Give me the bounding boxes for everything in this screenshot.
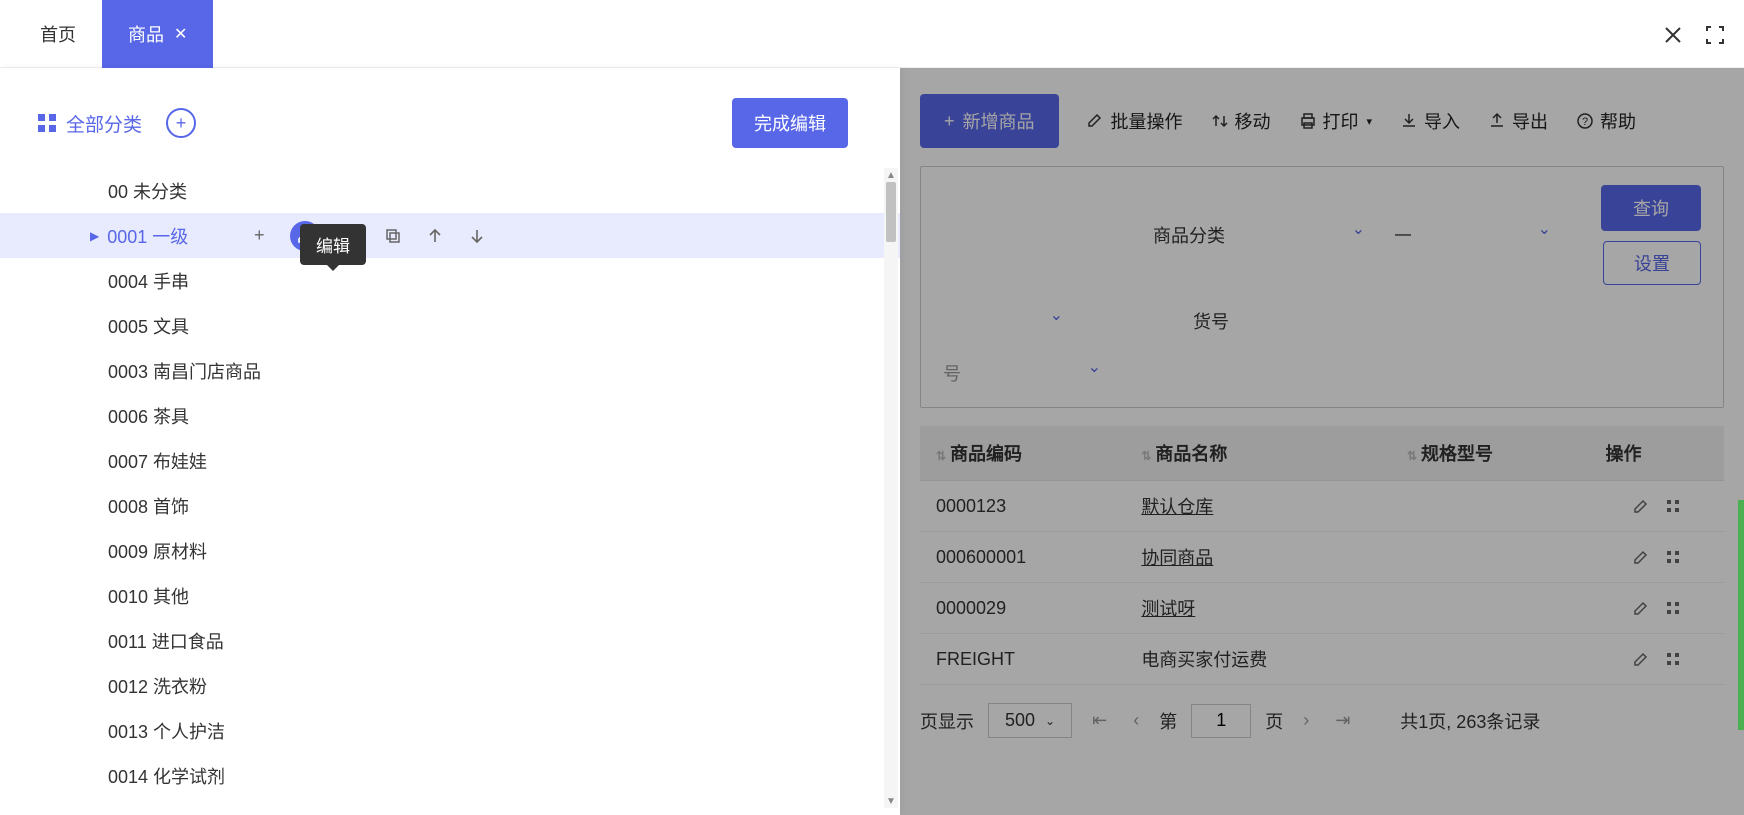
green-indicator bbox=[1738, 500, 1744, 730]
tree-item[interactable]: 0008 首饰 bbox=[0, 483, 900, 528]
tab-bar: 首页 商品 ✕ bbox=[0, 0, 1744, 68]
tab-product-label: 商品 bbox=[128, 21, 164, 47]
add-child-icon[interactable]: + bbox=[248, 225, 270, 247]
close-icon[interactable]: ✕ bbox=[174, 24, 187, 44]
category-panel: 全部分类 + 完成编辑 编辑 00 未分类 ▶ 0001 一级 + bbox=[0, 68, 900, 815]
move-up-icon[interactable] bbox=[424, 225, 446, 247]
tree-item[interactable]: 0004 手串 bbox=[0, 258, 900, 303]
copy-icon[interactable] bbox=[382, 225, 404, 247]
caret-right-icon: ▶ bbox=[90, 229, 99, 243]
fullscreen-icon[interactable] bbox=[1698, 18, 1732, 52]
modal-overlay[interactable] bbox=[900, 68, 1744, 815]
tree-item[interactable]: 0013 个人护洁 bbox=[0, 708, 900, 753]
tree-item[interactable]: 0006 茶具 bbox=[0, 393, 900, 438]
all-categories-label[interactable]: 全部分类 bbox=[66, 110, 142, 137]
tab-product[interactable]: 商品 ✕ bbox=[102, 0, 213, 68]
close-all-icon[interactable] bbox=[1656, 18, 1690, 52]
scroll-down-icon[interactable]: ▼ bbox=[886, 796, 896, 806]
tab-home[interactable]: 首页 bbox=[14, 0, 102, 68]
scrollbar[interactable]: ▲ ▼ bbox=[884, 168, 898, 808]
tree-item-selected[interactable]: ▶ 0001 一级 + bbox=[0, 213, 900, 258]
finish-edit-button[interactable]: 完成编辑 bbox=[732, 98, 848, 148]
tree-item[interactable]: 0007 布娃娃 bbox=[0, 438, 900, 483]
scroll-thumb[interactable] bbox=[886, 182, 896, 242]
tree-item[interactable]: 0009 原材料 bbox=[0, 528, 900, 573]
tab-home-label: 首页 bbox=[40, 21, 76, 47]
tree-item[interactable]: 0011 进口食品 bbox=[0, 618, 900, 663]
scroll-up-icon[interactable]: ▲ bbox=[886, 170, 896, 180]
edit-tooltip: 编辑 bbox=[300, 224, 366, 265]
tree-item[interactable]: 0010 其他 bbox=[0, 573, 900, 618]
tree-item[interactable]: 0005 文具 bbox=[0, 303, 900, 348]
grid-icon bbox=[38, 114, 56, 132]
category-tree: 00 未分类 ▶ 0001 一级 + 0004 手串 0005 文具 0003 bbox=[0, 168, 900, 798]
move-down-icon[interactable] bbox=[466, 225, 488, 247]
tree-item[interactable]: 0014 化学试剂 bbox=[0, 753, 900, 798]
tree-item[interactable]: 0012 洗衣粉 bbox=[0, 663, 900, 708]
tree-item[interactable]: 0003 南昌门店商品 bbox=[0, 348, 900, 393]
add-category-button[interactable]: + bbox=[166, 108, 196, 138]
tree-item[interactable]: 00 未分类 bbox=[0, 168, 900, 213]
